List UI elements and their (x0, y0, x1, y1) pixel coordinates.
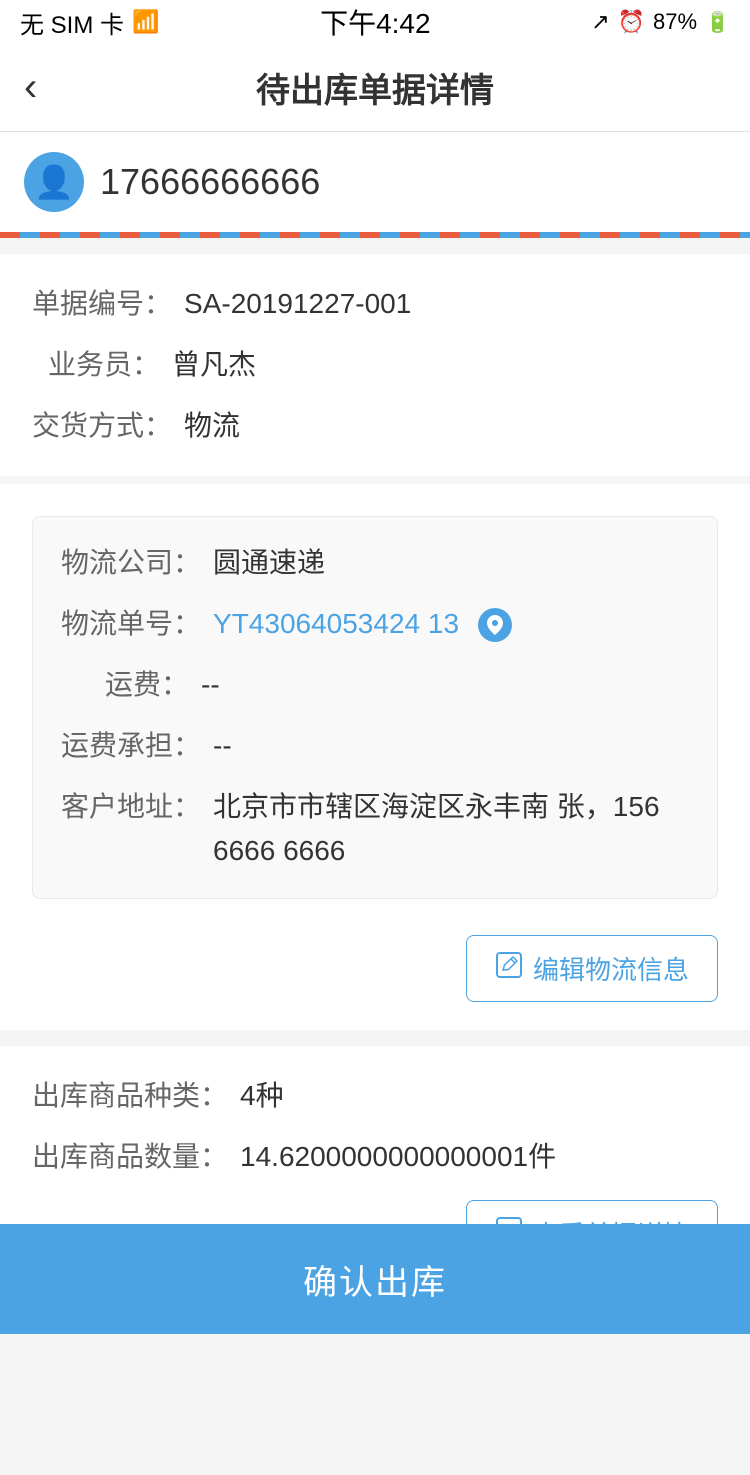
logistics-company-row: 物流公司： 圆通速递 (61, 541, 689, 586)
battery-text: 87% (653, 9, 697, 35)
delivery-method-value: 物流 (184, 404, 718, 449)
customer-phone: 17666666666 (100, 161, 320, 203)
freight-bear-value: -- (213, 724, 689, 769)
confirm-button-label: 确认出库 (303, 1255, 447, 1304)
logistics-card: 物流公司： 圆通速递 物流单号： YT43064053424 13 运费： --… (32, 516, 718, 899)
status-left: 无 SIM 卡 📶 (20, 5, 159, 40)
edit-btn-row: 编辑物流信息 (32, 919, 718, 1002)
status-bar: 无 SIM 卡 📶 下午4:42 ↗ ⏰ 87% 🔋 (0, 0, 750, 44)
confirm-bar[interactable]: 确认出库 (0, 1224, 750, 1334)
avatar-icon: 👤 (34, 163, 74, 201)
basic-info-section: 单据编号： SA-20191227-001 业务员： 曾凡杰 交货方式： 物流 (0, 254, 750, 476)
location-status-icon: ↗ (591, 9, 609, 35)
sales-person-value: 曾凡杰 (172, 343, 718, 388)
goods-quantity-row: 出库商品数量： 14.6200000000000001件 (32, 1135, 718, 1180)
avatar: 👤 (24, 152, 84, 212)
goods-type-row: 出库商品种类： 4种 (32, 1074, 718, 1119)
tracking-no-value: YT43064053424 13 (213, 602, 459, 647)
logistics-company-label: 物流公司： (61, 541, 213, 586)
page-title: 待出库单据详情 (256, 63, 494, 112)
freight-bear-label: 运费承担： (61, 724, 213, 769)
logistics-section: 物流公司： 圆通速递 物流单号： YT43064053424 13 运费： --… (0, 484, 750, 1030)
freight-row: 运费： -- (61, 663, 689, 708)
edit-icon (495, 951, 523, 986)
freight-label: 运费： (61, 663, 201, 708)
edit-logistics-button[interactable]: 编辑物流信息 (466, 935, 718, 1002)
tracking-no-row: 物流单号： YT43064053424 13 (61, 602, 689, 647)
document-no-value: SA-20191227-001 (184, 282, 718, 327)
sales-person-label: 业务员： (32, 343, 172, 388)
goods-type-value: 4种 (240, 1074, 718, 1119)
goods-type-label: 出库商品种类： (32, 1074, 240, 1119)
delivery-method-row: 交货方式： 物流 (32, 404, 718, 449)
logistics-company-value: 圆通速递 (213, 541, 689, 586)
address-label: 客户地址： (61, 785, 213, 830)
dashed-divider (0, 232, 750, 238)
alarm-icon: ⏰ (618, 9, 645, 35)
edit-logistics-label: 编辑物流信息 (533, 950, 689, 987)
back-button[interactable]: ‹ (24, 65, 37, 110)
freight-value: -- (201, 663, 689, 708)
tracking-no-label: 物流单号： (61, 602, 213, 647)
delivery-method-label: 交货方式： (32, 404, 184, 449)
nav-bar: ‹ 待出库单据详情 (0, 44, 750, 132)
freight-bear-row: 运费承担： -- (61, 724, 689, 769)
status-right: ↗ ⏰ 87% 🔋 (591, 9, 730, 35)
goods-quantity-value: 14.6200000000000001件 (240, 1135, 718, 1180)
time-text: 下午4:42 (320, 2, 431, 42)
tracking-no-container: YT43064053424 13 (213, 602, 515, 647)
wifi-icon: 📶 (132, 9, 159, 35)
goods-quantity-label: 出库商品数量： (32, 1135, 240, 1180)
address-row: 客户地址： 北京市市辖区海淀区永丰南 张，156 6666 6666 (61, 785, 689, 875)
carrier-text: 无 SIM 卡 (20, 5, 124, 40)
document-no-label: 单据编号： (32, 282, 184, 327)
sales-person-row: 业务员： 曾凡杰 (32, 343, 718, 388)
document-no-row: 单据编号： SA-20191227-001 (32, 282, 718, 327)
customer-header: 👤 17666666666 (0, 132, 750, 232)
address-value: 北京市市辖区海淀区永丰南 张，156 6666 6666 (213, 785, 689, 875)
location-icon[interactable] (475, 605, 515, 645)
battery-icon: 🔋 (705, 10, 730, 35)
